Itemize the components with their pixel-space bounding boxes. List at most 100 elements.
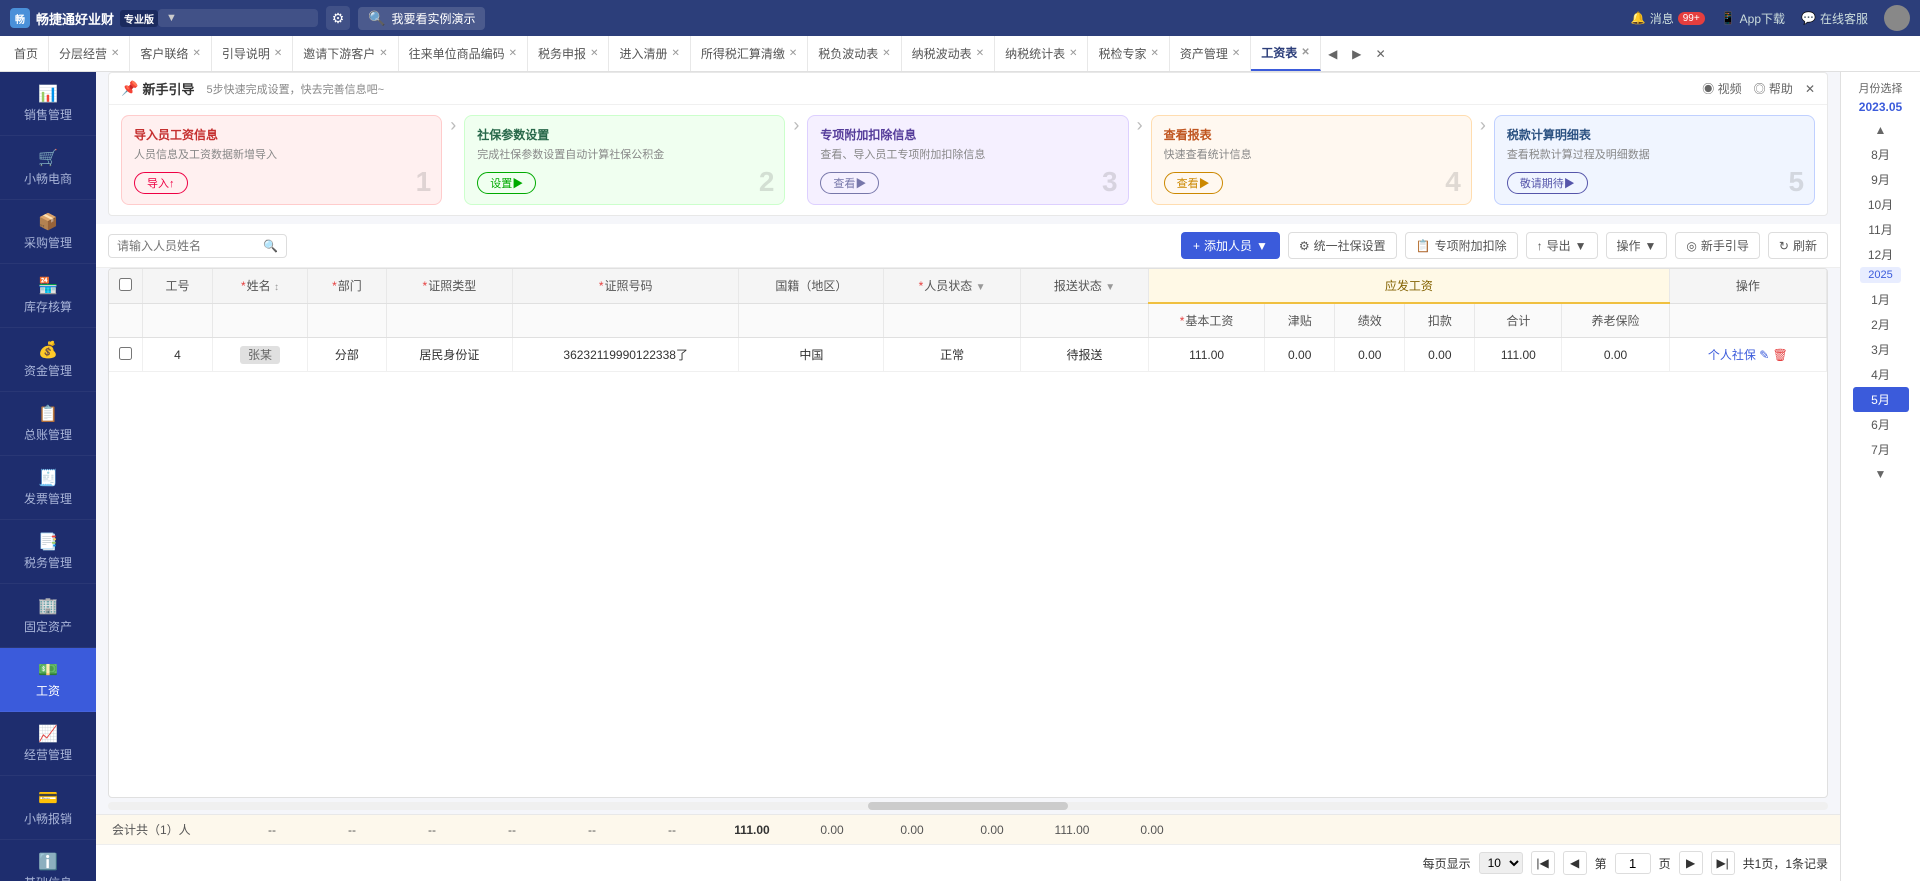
search-icon[interactable]: 🔍 <box>263 239 278 253</box>
sidebar-item-ledger[interactable]: 📋 总账管理 <box>0 392 96 456</box>
page-size-select[interactable]: 10 20 50 <box>1479 852 1523 874</box>
close-icon[interactable]: ✕ <box>1069 48 1077 59</box>
tab-next[interactable]: ▶ <box>1345 36 1369 71</box>
step1-btn[interactable]: 导入↑ <box>134 172 188 194</box>
close-icon[interactable]: ✕ <box>509 48 517 59</box>
sidebar-item-sales[interactable]: 📊 销售管理 <box>0 72 96 136</box>
company-selector[interactable]: ▼ <box>158 9 318 27</box>
footer-sum-pension: 0.00 <box>1112 823 1192 837</box>
online-service-btn[interactable]: 💬 在线客服 <box>1801 10 1868 27</box>
step3-btn[interactable]: 查看▶ <box>820 172 879 194</box>
page-input[interactable] <box>1615 853 1651 874</box>
month-2[interactable]: 2月 <box>1853 312 1909 337</box>
tab-kehu[interactable]: 客户联络✕ <box>130 36 211 71</box>
month-down-btn[interactable]: ▼ <box>1869 462 1893 486</box>
close-icon[interactable]: ✕ <box>671 48 679 59</box>
delete-icon[interactable]: 🗑 <box>1773 348 1788 362</box>
export-btn[interactable]: ↑ 导出 ▼ <box>1526 232 1598 259</box>
row-checkbox[interactable] <box>119 347 132 360</box>
page-first-btn[interactable]: |◀ <box>1531 851 1555 875</box>
msg-btn[interactable]: 🔔 消息 99+ <box>1631 10 1705 27</box>
close-icon[interactable]: ✕ <box>976 48 984 59</box>
avatar[interactable] <box>1884 5 1910 31</box>
close-icon[interactable]: ✕ <box>882 48 890 59</box>
close-icon[interactable]: ✕ <box>192 48 200 59</box>
page-prev-btn[interactable]: ◀ <box>1563 851 1587 875</box>
close-icon[interactable]: ✕ <box>1301 47 1309 58</box>
close-icon[interactable]: ✕ <box>590 48 598 59</box>
tab-clear[interactable]: 进入清册✕ <box>609 36 690 71</box>
tab-expert[interactable]: 税检专家✕ <box>1088 36 1169 71</box>
sidebar-item-salary[interactable]: 💵 工资 <box>0 648 96 712</box>
close-icon[interactable]: ✕ <box>274 48 282 59</box>
close-icon[interactable]: ✕ <box>1232 48 1240 59</box>
month-5[interactable]: 5月 <box>1853 387 1909 412</box>
sidebar-item-asset[interactable]: 🏢 固定资产 <box>0 584 96 648</box>
demo-search[interactable]: 🔍 我要看实例演示 <box>358 7 485 30</box>
tab-fenchen[interactable]: 分层经营✕ <box>49 36 130 71</box>
tab-close-all[interactable]: ✕ <box>1369 36 1393 71</box>
sidebar-item-taxmgmt[interactable]: 📑 税务管理 <box>0 520 96 584</box>
search-input[interactable] <box>117 239 257 253</box>
month-1[interactable]: 1月 <box>1853 287 1909 312</box>
sidebar-item-ecommerce[interactable]: 🛒 小畅电商 <box>0 136 96 200</box>
tab-taxpay[interactable]: 纳税波动表✕ <box>902 36 995 71</box>
month-8[interactable]: 8月 <box>1853 142 1909 167</box>
month-9[interactable]: 9月 <box>1853 167 1909 192</box>
sidebar-item-expense[interactable]: 💳 小畅报销 <box>0 776 96 840</box>
tab-income[interactable]: 所得税汇算清缴✕ <box>691 36 808 71</box>
video-link[interactable]: ◉ 视频 <box>1702 80 1741 97</box>
help-link[interactable]: ◎ 帮助 <box>1754 80 1793 97</box>
month-12[interactable]: 12月 <box>1853 242 1909 267</box>
horizontal-scrollbar[interactable] <box>108 802 1828 810</box>
step2-btn[interactable]: 设置▶ <box>477 172 536 194</box>
tab-invite[interactable]: 邀请下游客户✕ <box>293 36 398 71</box>
status-filter-icon[interactable]: ▼ <box>976 282 986 293</box>
app-download-btn[interactable]: 📱 App下载 <box>1721 10 1785 27</box>
sidebar-item-inventory[interactable]: 🏪 库存核算 <box>0 264 96 328</box>
close-icon[interactable]: ✕ <box>789 48 797 59</box>
tab-home[interactable]: 首页 <box>4 36 49 71</box>
td-ops[interactable]: 个人社保 ✎ 🗑 <box>1669 338 1826 372</box>
settings-icon[interactable]: ⚙ <box>326 6 350 30</box>
sidebar-item-purchase[interactable]: 📦 采购管理 <box>0 200 96 264</box>
social-setting-btn[interactable]: ⚙ 统一社保设置 <box>1288 232 1397 259</box>
send-filter-icon[interactable]: ▼ <box>1105 282 1115 293</box>
month-up-btn[interactable]: ▲ <box>1869 118 1893 142</box>
step4-btn[interactable]: 查看▶ <box>1164 172 1223 194</box>
page-next-btn[interactable]: ▶ <box>1679 851 1703 875</box>
refresh-btn[interactable]: ↻ 刷新 <box>1768 232 1828 259</box>
month-10[interactable]: 10月 <box>1853 192 1909 217</box>
close-icon[interactable]: ✕ <box>379 48 387 59</box>
sidebar-item-finance[interactable]: 💰 资金管理 <box>0 328 96 392</box>
tab-prev[interactable]: ◀ <box>1321 36 1345 71</box>
tab-taxstat[interactable]: 纳税统计表✕ <box>995 36 1088 71</box>
operate-btn[interactable]: 操作 ▼ <box>1606 232 1668 259</box>
month-11[interactable]: 11月 <box>1853 217 1909 242</box>
tab-salary[interactable]: 工资表✕ <box>1251 36 1320 71</box>
sidebar-item-invoice[interactable]: 🧾 发票管理 <box>0 456 96 520</box>
step5-btn[interactable]: 敬请期待▶ <box>1507 172 1588 194</box>
search-box[interactable]: 🔍 <box>108 234 287 258</box>
tab-yindao[interactable]: 引导说明✕ <box>212 36 293 71</box>
scrollbar-thumb[interactable] <box>868 802 1068 810</box>
month-7[interactable]: 7月 <box>1853 437 1909 462</box>
page-last-btn[interactable]: ▶| <box>1711 851 1735 875</box>
newguide-btn[interactable]: ◎ 新手引导 <box>1675 232 1760 259</box>
tab-burden[interactable]: 税负波动表✕ <box>808 36 901 71</box>
tab-product[interactable]: 往来单位商品编码✕ <box>399 36 528 71</box>
guide-close-btn[interactable]: ✕ <box>1805 82 1815 96</box>
close-icon[interactable]: ✕ <box>1151 48 1159 59</box>
month-3[interactable]: 3月 <box>1853 337 1909 362</box>
select-all-checkbox[interactable] <box>119 278 132 291</box>
month-4[interactable]: 4月 <box>1853 362 1909 387</box>
add-person-btn[interactable]: + 添加人员 ▼ <box>1181 232 1280 259</box>
tab-asset[interactable]: 资产管理✕ <box>1170 36 1251 71</box>
month-6[interactable]: 6月 <box>1853 412 1909 437</box>
sidebar-item-basic[interactable]: ℹ️ 基础信息 <box>0 840 96 881</box>
close-icon[interactable]: ✕ <box>111 48 119 59</box>
sidebar-item-operation[interactable]: 📈 经营管理 <box>0 712 96 776</box>
edit-icon[interactable]: ✎ <box>1759 348 1769 362</box>
extra-deduct-btn[interactable]: 📋 专项附加扣除 <box>1405 232 1518 259</box>
tab-tax[interactable]: 税务申报✕ <box>528 36 609 71</box>
